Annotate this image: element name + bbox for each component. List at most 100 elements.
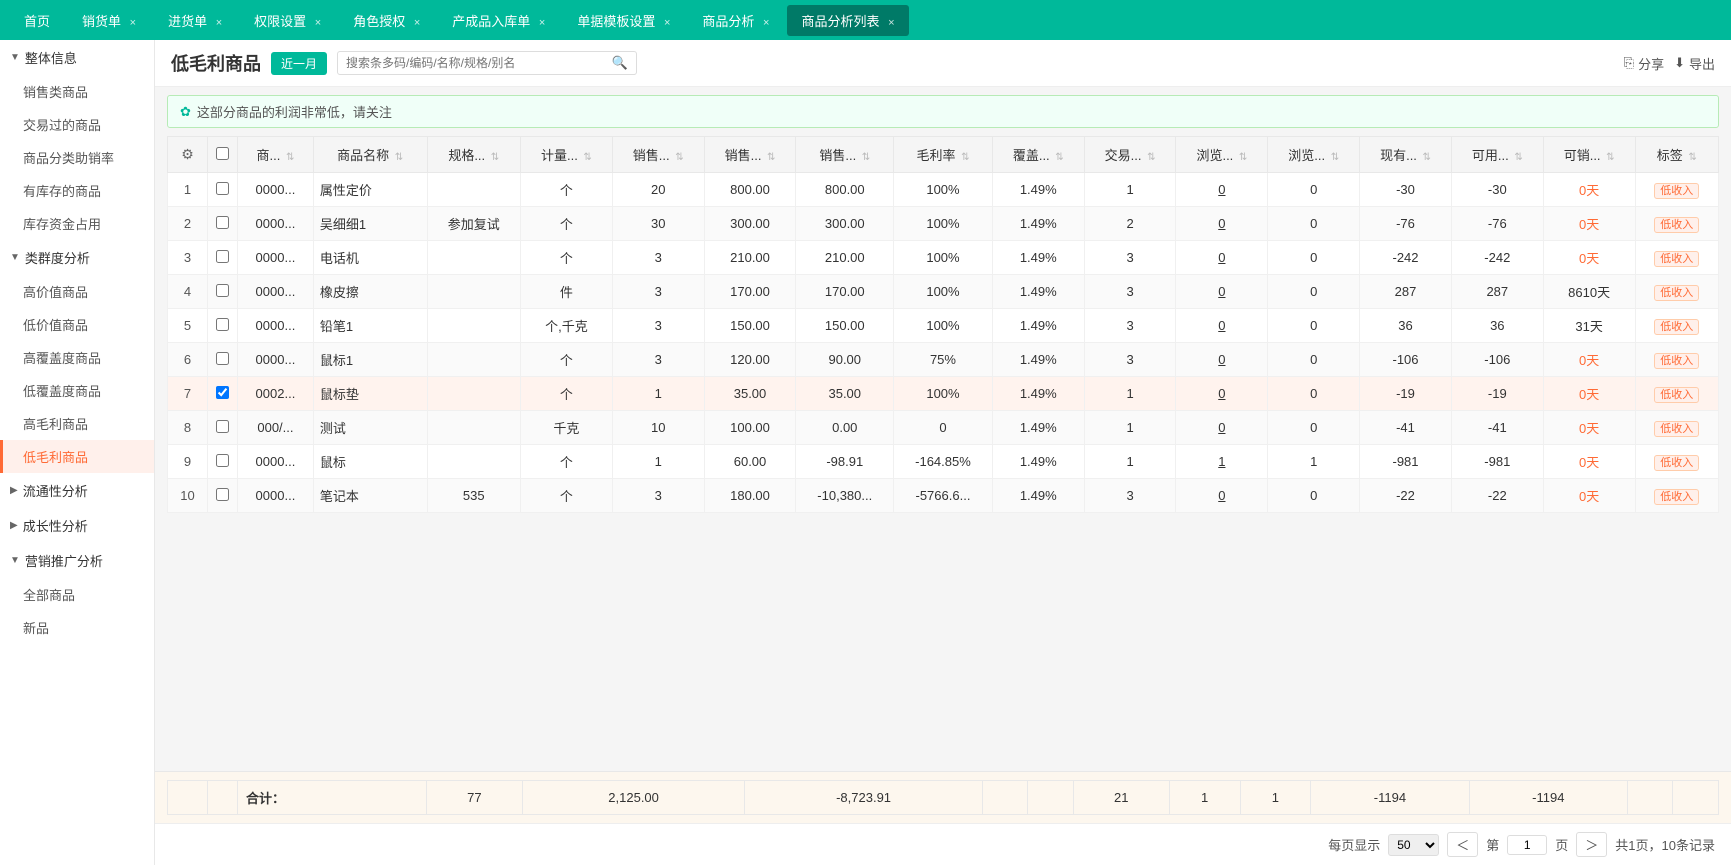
- page-number-input[interactable]: [1507, 835, 1547, 855]
- row-checkbox[interactable]: [216, 216, 229, 229]
- row-checkbox[interactable]: [216, 352, 229, 365]
- th-gross-rate[interactable]: 毛利率 ⇅: [894, 137, 993, 173]
- th-code[interactable]: 商... ⇅: [238, 137, 314, 173]
- search-icon[interactable]: 🔍: [612, 55, 628, 71]
- nav-home[interactable]: 首页: [10, 5, 64, 36]
- th-settings[interactable]: ⚙: [168, 137, 208, 173]
- th-current[interactable]: 现有... ⇅: [1360, 137, 1452, 173]
- sidebar-item-new-products[interactable]: 新品: [0, 611, 154, 644]
- row-checkbox[interactable]: [216, 420, 229, 433]
- th-trade-count[interactable]: 交易... ⇅: [1084, 137, 1176, 173]
- nav-permissions[interactable]: 权限设置 ×: [240, 5, 335, 36]
- cell-name[interactable]: 鼠标垫: [313, 377, 427, 411]
- th-saleable[interactable]: 可销... ⇅: [1543, 137, 1635, 173]
- close-icon[interactable]: ×: [130, 17, 136, 29]
- close-icon[interactable]: ×: [315, 17, 321, 29]
- th-name[interactable]: 商品名称 ⇅: [313, 137, 427, 173]
- sidebar-item-traded-products[interactable]: 交易过的商品: [0, 108, 154, 141]
- sidebar-item-low-profit[interactable]: 低毛利商品: [0, 440, 154, 473]
- nav-product-entry[interactable]: 产成品入库单 ×: [438, 5, 559, 36]
- th-spec[interactable]: 规格... ⇅: [427, 137, 520, 173]
- cell-name[interactable]: 鼠标: [313, 445, 427, 479]
- th-unit[interactable]: 计量... ⇅: [520, 137, 612, 173]
- th-available[interactable]: 可用... ⇅: [1451, 137, 1543, 173]
- close-icon[interactable]: ×: [664, 17, 670, 29]
- sidebar-section-growth[interactable]: ▶ 成长性分析: [0, 508, 154, 543]
- close-icon[interactable]: ×: [539, 17, 545, 29]
- cell-checkbox[interactable]: [208, 241, 238, 275]
- cell-checkbox[interactable]: [208, 479, 238, 513]
- cell-view1[interactable]: 0: [1176, 309, 1268, 343]
- nav-purchase-order[interactable]: 进货单 ×: [154, 5, 236, 36]
- cell-name[interactable]: 吴细细1: [313, 207, 427, 241]
- sidebar-item-low-value[interactable]: 低价值商品: [0, 308, 154, 341]
- cell-view1[interactable]: 0: [1176, 411, 1268, 445]
- nav-product-analysis-list[interactable]: 商品分析列表 ×: [787, 5, 908, 36]
- nav-sales-order[interactable]: 销货单 ×: [68, 5, 150, 36]
- sidebar-item-high-value[interactable]: 高价值商品: [0, 275, 154, 308]
- sidebar-item-high-profit[interactable]: 高毛利商品: [0, 407, 154, 440]
- settings-icon[interactable]: ⚙: [181, 146, 194, 162]
- cell-checkbox[interactable]: [208, 309, 238, 343]
- row-checkbox[interactable]: [216, 250, 229, 263]
- cell-name[interactable]: 铅笔1: [313, 309, 427, 343]
- cell-view1[interactable]: 0: [1176, 479, 1268, 513]
- row-checkbox[interactable]: [216, 454, 229, 467]
- nav-product-analysis[interactable]: 商品分析 ×: [688, 5, 783, 36]
- cell-checkbox[interactable]: [208, 411, 238, 445]
- row-checkbox[interactable]: [216, 182, 229, 195]
- cell-view1[interactable]: 0: [1176, 173, 1268, 207]
- row-checkbox[interactable]: [216, 386, 229, 399]
- sidebar-item-sales-products[interactable]: 销售类商品: [0, 75, 154, 108]
- cell-checkbox[interactable]: [208, 445, 238, 479]
- cell-name[interactable]: 鼠标1: [313, 343, 427, 377]
- nav-template-settings[interactable]: 单据模板设置 ×: [563, 5, 684, 36]
- row-checkbox[interactable]: [216, 318, 229, 331]
- export-button[interactable]: ⬇ 导出: [1674, 54, 1715, 73]
- sidebar-item-low-coverage[interactable]: 低覆盖度商品: [0, 374, 154, 407]
- sidebar-section-circulation[interactable]: ▶ 流通性分析: [0, 473, 154, 508]
- nav-role-auth[interactable]: 角色授权 ×: [339, 5, 434, 36]
- cell-checkbox[interactable]: [208, 377, 238, 411]
- th-coverage[interactable]: 覆盖... ⇅: [992, 137, 1084, 173]
- sidebar-item-category-rate[interactable]: 商品分类助销率: [0, 141, 154, 174]
- cell-view1[interactable]: 0: [1176, 207, 1268, 241]
- prev-page-button[interactable]: ＜: [1447, 832, 1478, 857]
- cell-name[interactable]: 电话机: [313, 241, 427, 275]
- next-page-button[interactable]: ＞: [1576, 832, 1607, 857]
- th-sale-count[interactable]: 销售... ⇅: [612, 137, 704, 173]
- cell-name[interactable]: 属性定价: [313, 173, 427, 207]
- th-sale-amount[interactable]: 销售... ⇅: [704, 137, 796, 173]
- cell-checkbox[interactable]: [208, 343, 238, 377]
- close-icon[interactable]: ×: [888, 17, 894, 29]
- cell-checkbox[interactable]: [208, 207, 238, 241]
- cell-name[interactable]: 测试: [313, 411, 427, 445]
- cell-checkbox[interactable]: [208, 173, 238, 207]
- cell-view1[interactable]: 0: [1176, 241, 1268, 275]
- th-view2[interactable]: 浏览... ⇅: [1268, 137, 1360, 173]
- sidebar-item-in-stock[interactable]: 有库存的商品: [0, 174, 154, 207]
- cell-view1[interactable]: 0: [1176, 377, 1268, 411]
- row-checkbox[interactable]: [216, 488, 229, 501]
- cell-name[interactable]: 笔记本: [313, 479, 427, 513]
- sidebar-item-capital[interactable]: 库存资金占用: [0, 207, 154, 240]
- cell-name[interactable]: 橡皮擦: [313, 275, 427, 309]
- close-icon[interactable]: ×: [763, 17, 769, 29]
- cell-view1[interactable]: 0: [1176, 343, 1268, 377]
- cell-checkbox[interactable]: [208, 275, 238, 309]
- close-icon[interactable]: ×: [414, 17, 420, 29]
- search-input[interactable]: [346, 56, 607, 70]
- th-view1[interactable]: 浏览... ⇅: [1176, 137, 1268, 173]
- close-icon[interactable]: ×: [216, 17, 222, 29]
- th-tag[interactable]: 标签 ⇅: [1635, 137, 1718, 173]
- cell-view1[interactable]: 1: [1176, 445, 1268, 479]
- sidebar-section-overall[interactable]: ▼ 整体信息: [0, 40, 154, 75]
- sidebar-section-marketing[interactable]: ▼ 营销推广分析: [0, 543, 154, 578]
- per-page-select[interactable]: 50 100 200: [1388, 834, 1439, 856]
- cell-view1[interactable]: 0: [1176, 275, 1268, 309]
- row-checkbox[interactable]: [216, 284, 229, 297]
- sidebar-section-group[interactable]: ▼ 类群度分析: [0, 240, 154, 275]
- select-all-checkbox[interactable]: [216, 147, 229, 160]
- sidebar-item-high-coverage[interactable]: 高覆盖度商品: [0, 341, 154, 374]
- th-sale-profit[interactable]: 销售... ⇅: [796, 137, 894, 173]
